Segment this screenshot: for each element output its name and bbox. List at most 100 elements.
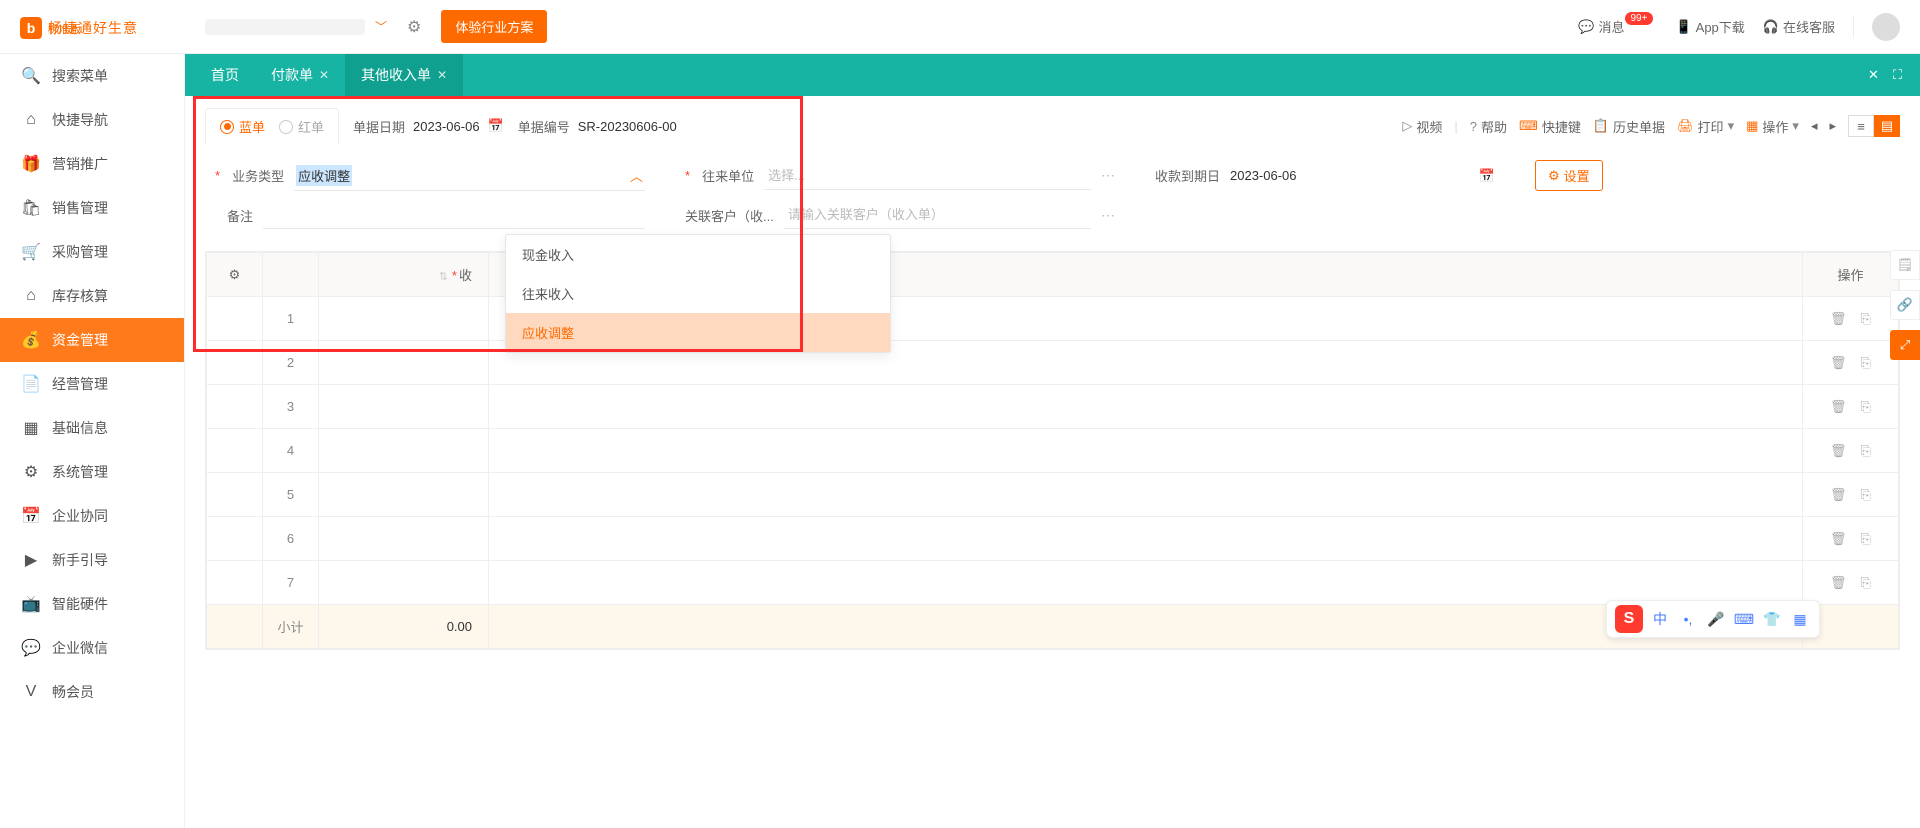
view-list[interactable]: ≡	[1848, 115, 1874, 137]
ime-keyboard-icon[interactable]: ⌨	[1733, 608, 1755, 630]
print-link[interactable]: 🖨打印 ▾	[1677, 117, 1734, 136]
chevron-down-icon: ﹀	[375, 18, 387, 35]
tabs-close-all[interactable]: ✕	[1868, 67, 1879, 83]
relcust-input[interactable]	[784, 201, 1091, 229]
close-icon[interactable]: ✕	[319, 68, 329, 82]
avatar[interactable]	[1872, 13, 1900, 41]
table-row[interactable]: 3🗑⎘	[207, 385, 1899, 429]
sidebar-item-member[interactable]: V畅会员	[0, 670, 184, 714]
table-row[interactable]: 1🗑⎘	[207, 297, 1899, 341]
sidebar-item-marketing[interactable]: 🎁营销推广	[0, 142, 184, 186]
sidebar-item-collab[interactable]: 📅企业协同	[0, 494, 184, 538]
sidebar-item-operation[interactable]: 📄经营管理	[0, 362, 184, 406]
dropdown-option[interactable]: 往来收入	[506, 274, 890, 313]
history-icon: 📋	[1593, 118, 1609, 134]
party-input[interactable]	[764, 162, 1091, 190]
help-icon: ?	[1470, 119, 1477, 134]
radio-red[interactable]: 红单	[279, 117, 324, 136]
next-icon[interactable]: ▸	[1829, 118, 1836, 134]
gear-icon[interactable]: ⚙	[229, 267, 241, 282]
tab-home[interactable]: 首页	[195, 54, 255, 96]
sidebar-item-search[interactable]: 🔍搜索菜单	[0, 54, 184, 98]
copy-icon[interactable]: ⎘	[1861, 575, 1871, 591]
col-amount[interactable]: ⇅*收	[319, 253, 489, 297]
ime-toolbar[interactable]: S 中 •, 🎤 ⌨ 👕 ▦	[1606, 600, 1820, 638]
tab-payment[interactable]: 付款单✕	[255, 54, 345, 96]
sidebar-item-system[interactable]: ⚙系统管理	[0, 450, 184, 494]
ime-mic-icon[interactable]: 🎤	[1705, 608, 1727, 630]
sidebar-item-guide[interactable]: ▶新手引导	[0, 538, 184, 582]
history-link[interactable]: 📋历史单据	[1593, 117, 1665, 136]
cta-button[interactable]: 体验行业方案	[441, 10, 547, 43]
copy-icon[interactable]: ⎘	[1861, 487, 1871, 503]
sidebar-item-quicknav[interactable]: ⌂快捷导航	[0, 98, 184, 142]
video-link[interactable]: ▷视频	[1402, 117, 1442, 136]
delete-icon[interactable]: 🗑	[1830, 575, 1847, 591]
shortcut-link[interactable]: ⌨快捷键	[1519, 117, 1581, 136]
calendar-icon[interactable]: 📅	[1479, 168, 1495, 184]
due-value[interactable]: 2023-06-06	[1230, 168, 1469, 183]
date-value[interactable]: 2023-06-06	[413, 119, 480, 134]
view-card[interactable]: ▤	[1874, 115, 1900, 137]
ime-lang[interactable]: 中	[1649, 608, 1671, 630]
help-link[interactable]: ?帮助	[1470, 117, 1507, 136]
prev-icon[interactable]: ◂	[1811, 118, 1818, 134]
tabs-expand[interactable]: ⛶	[1893, 67, 1902, 83]
copy-icon[interactable]: ⎘	[1861, 531, 1871, 547]
table-row[interactable]: 4🗑⎘	[207, 429, 1899, 473]
biztype-value[interactable]: 应收调整	[296, 165, 352, 186]
rail-attach-icon[interactable]: 🔗	[1890, 290, 1920, 320]
delete-icon[interactable]: 🗑	[1830, 399, 1847, 415]
table-row[interactable]: 7🗑⎘	[207, 561, 1899, 605]
copy-icon[interactable]: ⎘	[1861, 311, 1871, 327]
radio-blue[interactable]: 蓝单	[220, 117, 265, 136]
more-icon[interactable]: ⋯	[1101, 207, 1115, 224]
doc-toolbar: 蓝单 红单 单据日期 2023-06-06 📅 单据编号 SR-20230606…	[205, 106, 1900, 146]
messages-link[interactable]: 💬 消息 99+	[1578, 17, 1657, 36]
dropdown-option[interactable]: 现金收入	[506, 235, 890, 274]
sidebar-item-purchase[interactable]: 🛒采购管理	[0, 230, 184, 274]
doc-type-radio: 蓝单 红单	[205, 108, 339, 144]
table-row[interactable]: 2🗑⎘	[207, 341, 1899, 385]
delete-icon[interactable]: 🗑	[1830, 487, 1847, 503]
table-row[interactable]: 5🗑⎘	[207, 473, 1899, 517]
dropdown-option[interactable]: 应收调整	[506, 313, 890, 352]
sidebar-item-sales[interactable]: 🛍销售管理	[0, 186, 184, 230]
tenant-dropdown[interactable]: ﹀	[205, 18, 387, 35]
close-icon[interactable]: ✕	[437, 68, 447, 82]
delete-icon[interactable]: 🗑	[1830, 531, 1847, 547]
ime-skin-icon[interactable]: 👕	[1761, 608, 1783, 630]
sidebar-item-funds[interactable]: 💰资金管理	[0, 318, 184, 362]
delete-icon[interactable]: 🗑	[1830, 355, 1847, 371]
service-link[interactable]: 🎧 在线客服	[1763, 17, 1835, 36]
phone-icon: 📱	[1675, 19, 1691, 35]
docno-label: 单据编号	[518, 117, 570, 136]
delete-icon[interactable]: 🗑	[1830, 443, 1847, 459]
more-icon[interactable]: ⋯	[1101, 167, 1115, 184]
sidebar-item-basicinfo[interactable]: ▦基础信息	[0, 406, 184, 450]
calendar-icon[interactable]: 📅	[488, 118, 504, 134]
copy-icon[interactable]: ⎘	[1861, 399, 1871, 415]
settings-button[interactable]: ⚙设置	[1535, 160, 1603, 191]
bag-icon: 🛍	[22, 199, 40, 217]
sidebar-item-inventory[interactable]: ⌂库存核算	[0, 274, 184, 318]
sidebar: 🔍搜索菜单 ⌂快捷导航 🎁营销推广 🛍销售管理 🛒采购管理 ⌂库存核算 💰资金管…	[0, 54, 185, 828]
chevron-up-icon[interactable]: ︿	[630, 166, 643, 185]
remark-input[interactable]	[263, 201, 645, 229]
table-row[interactable]: 6🗑⎘	[207, 517, 1899, 561]
settings-icon[interactable]: ⚙	[407, 17, 421, 37]
sidebar-item-hardware[interactable]: 📺智能硬件	[0, 582, 184, 626]
operate-link[interactable]: ▦操作 ▾	[1746, 117, 1799, 136]
due-label: 收款到期日	[1155, 166, 1220, 185]
copy-icon[interactable]: ⎘	[1861, 355, 1871, 371]
sidebar-item-wechat[interactable]: 💬企业微信	[0, 626, 184, 670]
tab-other-income[interactable]: 其他收入单✕	[345, 54, 463, 96]
delete-icon[interactable]: 🗑	[1830, 311, 1847, 327]
ime-punct-icon[interactable]: •,	[1677, 608, 1699, 630]
copy-icon[interactable]: ⎘	[1861, 443, 1871, 459]
remark-label: 备注	[227, 206, 253, 225]
rail-note-icon[interactable]: 🗒	[1890, 250, 1920, 280]
app-download-link[interactable]: 📱 App下载	[1675, 17, 1744, 36]
ime-grid-icon[interactable]: ▦	[1789, 608, 1811, 630]
rail-expand-icon[interactable]: ⤢	[1890, 330, 1920, 360]
